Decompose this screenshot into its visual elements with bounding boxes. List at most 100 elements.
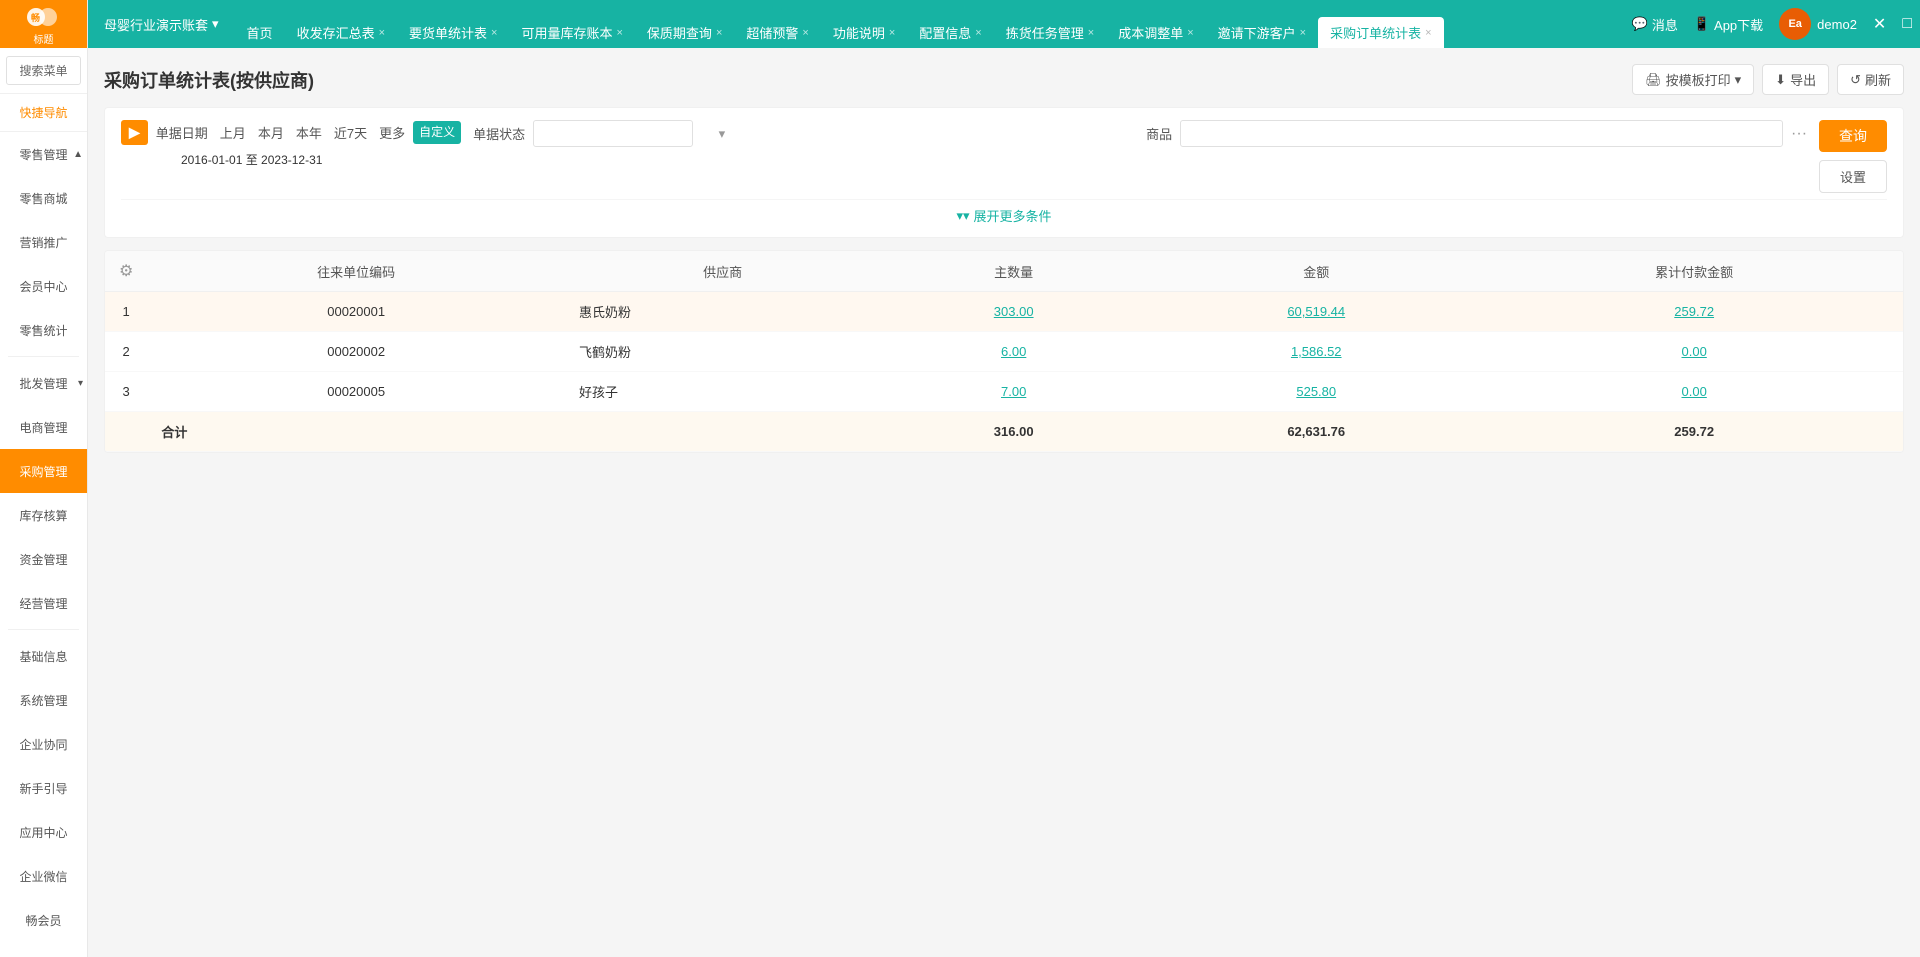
tab-pick-task[interactable]: 拣货任务管理 × — [994, 17, 1106, 48]
tab-inventory-ledger[interactable]: 可用量库存账本 × — [509, 17, 634, 48]
query-button[interactable]: 查询 — [1819, 120, 1887, 152]
sidebar-item-member[interactable]: 会员中心 — [0, 264, 87, 308]
tab-receipt-summary[interactable]: 收发存汇总表 × — [285, 17, 397, 48]
tab-receipt-summary-close[interactable]: × — [379, 27, 385, 39]
tab-purchase-stat-close[interactable]: × — [1425, 27, 1431, 39]
tab-inventory-ledger-close[interactable]: × — [616, 27, 622, 39]
tab-overstock-warning[interactable]: 超储预警 × — [734, 17, 820, 48]
cell-amount[interactable]: 1,586.52 — [1147, 332, 1485, 372]
cell-paid[interactable]: 0.00 — [1485, 332, 1903, 372]
tab-invite-downstream-close[interactable]: × — [1300, 27, 1306, 39]
sidebar-search-button[interactable]: 搜索菜单 — [6, 56, 81, 85]
tab-purchase-stat[interactable]: 采购订单统计表 × — [1318, 17, 1443, 48]
export-button[interactable]: ⬇ 导出 — [1762, 64, 1829, 95]
tab-order-summary-label: 要货单统计表 — [409, 23, 487, 42]
date-btn-7days[interactable]: 近7天 — [330, 121, 371, 144]
sidebar-item-batch[interactable]: 批发管理 ▾ — [0, 361, 87, 405]
sidebar-search-section: 搜索菜单 — [0, 48, 87, 94]
table-settings-icon[interactable]: ⚙ — [119, 263, 133, 280]
quick-nav-button[interactable]: 快捷导航 — [6, 100, 81, 125]
sidebar-item-ecommerce[interactable]: 电商管理 — [0, 405, 87, 449]
sidebar-item-enterprise[interactable]: 企业协同 — [0, 722, 87, 766]
tab-config-info-close[interactable]: × — [975, 27, 981, 39]
tab-expiry-query-close[interactable]: × — [716, 27, 722, 39]
tab-home-label: 首页 — [247, 23, 273, 42]
cell-qty[interactable]: 6.00 — [880, 332, 1147, 372]
cell-amount[interactable]: 60,519.44 — [1147, 292, 1485, 332]
cell-qty[interactable]: 303.00 — [880, 292, 1147, 332]
sidebar-item-retail-shop[interactable]: 零售商城 — [0, 176, 87, 220]
footer-paid: 259.72 — [1485, 412, 1903, 452]
sidebar-item-newguide[interactable]: 新手引导 — [0, 766, 87, 810]
tab-pick-task-close[interactable]: × — [1088, 27, 1094, 39]
sidebar-item-system[interactable]: 系统管理 — [0, 678, 87, 722]
goods-filter-input[interactable] — [1180, 120, 1783, 147]
tab-func-desc-close[interactable]: × — [889, 27, 895, 39]
tab-receipt-summary-label: 收发存汇总表 — [297, 23, 375, 42]
print-button[interactable]: 🖨 按模板打印 ▾ — [1632, 64, 1754, 95]
refresh-button[interactable]: ↺ 刷新 — [1837, 64, 1904, 95]
message-button[interactable]: 💬 消息 — [1632, 15, 1678, 34]
date-range-display: 2016-01-01 至 2023-12-31 — [181, 153, 322, 167]
sidebar-item-appcenter[interactable]: 应用中心 — [0, 810, 87, 854]
close-window-icon[interactable]: ✕ — [1873, 14, 1886, 34]
sidebar-item-inventory[interactable]: 库存核算 — [0, 493, 87, 537]
cell-qty[interactable]: 7.00 — [880, 372, 1147, 412]
tab-config-info[interactable]: 配置信息 × — [907, 17, 993, 48]
cell-code: 00020002 — [147, 332, 565, 372]
footer-label: 合计 — [147, 412, 565, 452]
sidebar-logo[interactable]: 畅 标题 — [0, 0, 87, 48]
avatar-initials: Ea — [1788, 18, 1801, 30]
table-header-row: ⚙ 往来单位编码 供应商 主数量 金额 — [105, 251, 1903, 292]
tab-cost-adjust[interactable]: 成本调整单 × — [1106, 17, 1205, 48]
date-btn-last-month[interactable]: 上月 — [216, 121, 250, 144]
tab-func-desc[interactable]: 功能说明 × — [821, 17, 907, 48]
sidebar-item-retail-stat[interactable]: 零售统计 — [0, 308, 87, 352]
sidebar-item-marketing[interactable]: 营销推广 — [0, 220, 87, 264]
date-btn-more[interactable]: 更多 — [375, 121, 409, 144]
cell-paid[interactable]: 0.00 — [1485, 372, 1903, 412]
sidebar-item-finance[interactable]: 资金管理 — [0, 537, 87, 581]
app-download-button[interactable]: 📱 App下载 — [1694, 15, 1763, 34]
workspace-label: 母婴行业演示账套 — [104, 15, 208, 34]
sidebar-item-retail[interactable]: 零售管理 ▲ — [0, 132, 87, 176]
tab-order-summary[interactable]: 要货单统计表 × — [397, 17, 509, 48]
data-table: ⚙ 往来单位编码 供应商 主数量 金额 — [105, 251, 1903, 452]
main-content-area: 母婴行业演示账套 ▾ 首页 收发存汇总表 × 要货单统计表 × 可用量库存账本 … — [88, 0, 1920, 957]
sidebar-item-wechat[interactable]: 企业微信 — [0, 854, 87, 898]
setting-button[interactable]: 设置 — [1819, 160, 1887, 193]
tab-expiry-query[interactable]: 保质期查询 × — [635, 17, 734, 48]
tab-cost-adjust-close[interactable]: × — [1187, 27, 1193, 39]
sidebar-item-basic-label: 基础信息 — [19, 648, 67, 665]
tab-invite-downstream[interactable]: 邀请下游客户 × — [1206, 17, 1318, 48]
tab-purchase-stat-label: 采购订单统计表 — [1330, 23, 1421, 42]
tab-home[interactable]: 首页 — [235, 17, 285, 48]
cell-paid[interactable]: 259.72 — [1485, 292, 1903, 332]
cell-amount[interactable]: 525.80 — [1147, 372, 1485, 412]
tab-order-summary-close[interactable]: × — [491, 27, 497, 39]
date-btn-this-month[interactable]: 本月 — [254, 121, 288, 144]
filter-status-section: 单据状态 — [473, 120, 1134, 147]
table-header-settings: ⚙ — [105, 251, 147, 292]
tab-overstock-warning-close[interactable]: × — [802, 27, 808, 39]
refresh-label: 刷新 — [1865, 70, 1891, 89]
expand-more-button[interactable]: ▾▾ 展开更多条件 — [956, 206, 1051, 225]
user-avatar-area[interactable]: Ea demo2 — [1779, 8, 1857, 40]
logo-icon: 畅 — [26, 3, 62, 31]
filter-goods-section: 商品 ··· — [1146, 120, 1807, 147]
workspace-selector[interactable]: 母婴行业演示账套 ▾ — [96, 0, 227, 48]
table-row: 3 00020005 好孩子 7.00 525.80 0.00 — [105, 372, 1903, 412]
status-select[interactable] — [533, 120, 693, 147]
print-label: 按模板打印 — [1666, 70, 1731, 89]
date-btn-this-year[interactable]: 本年 — [292, 121, 326, 144]
maximize-icon[interactable]: □ — [1902, 15, 1912, 33]
sidebar-item-retail-stat-label: 零售统计 — [19, 322, 67, 339]
sidebar-item-basic[interactable]: 基础信息 — [0, 634, 87, 678]
tab-func-desc-label: 功能说明 — [833, 23, 885, 42]
filter-toggle-button[interactable]: ▶ — [121, 120, 148, 145]
goods-filter-more-icon[interactable]: ··· — [1791, 125, 1807, 143]
sidebar-item-purchase[interactable]: 采购管理 — [0, 449, 87, 493]
sidebar-item-operation[interactable]: 经营管理 — [0, 581, 87, 625]
sidebar-divider-2 — [8, 629, 79, 630]
sidebar-item-vip[interactable]: 畅会员 — [0, 898, 87, 942]
